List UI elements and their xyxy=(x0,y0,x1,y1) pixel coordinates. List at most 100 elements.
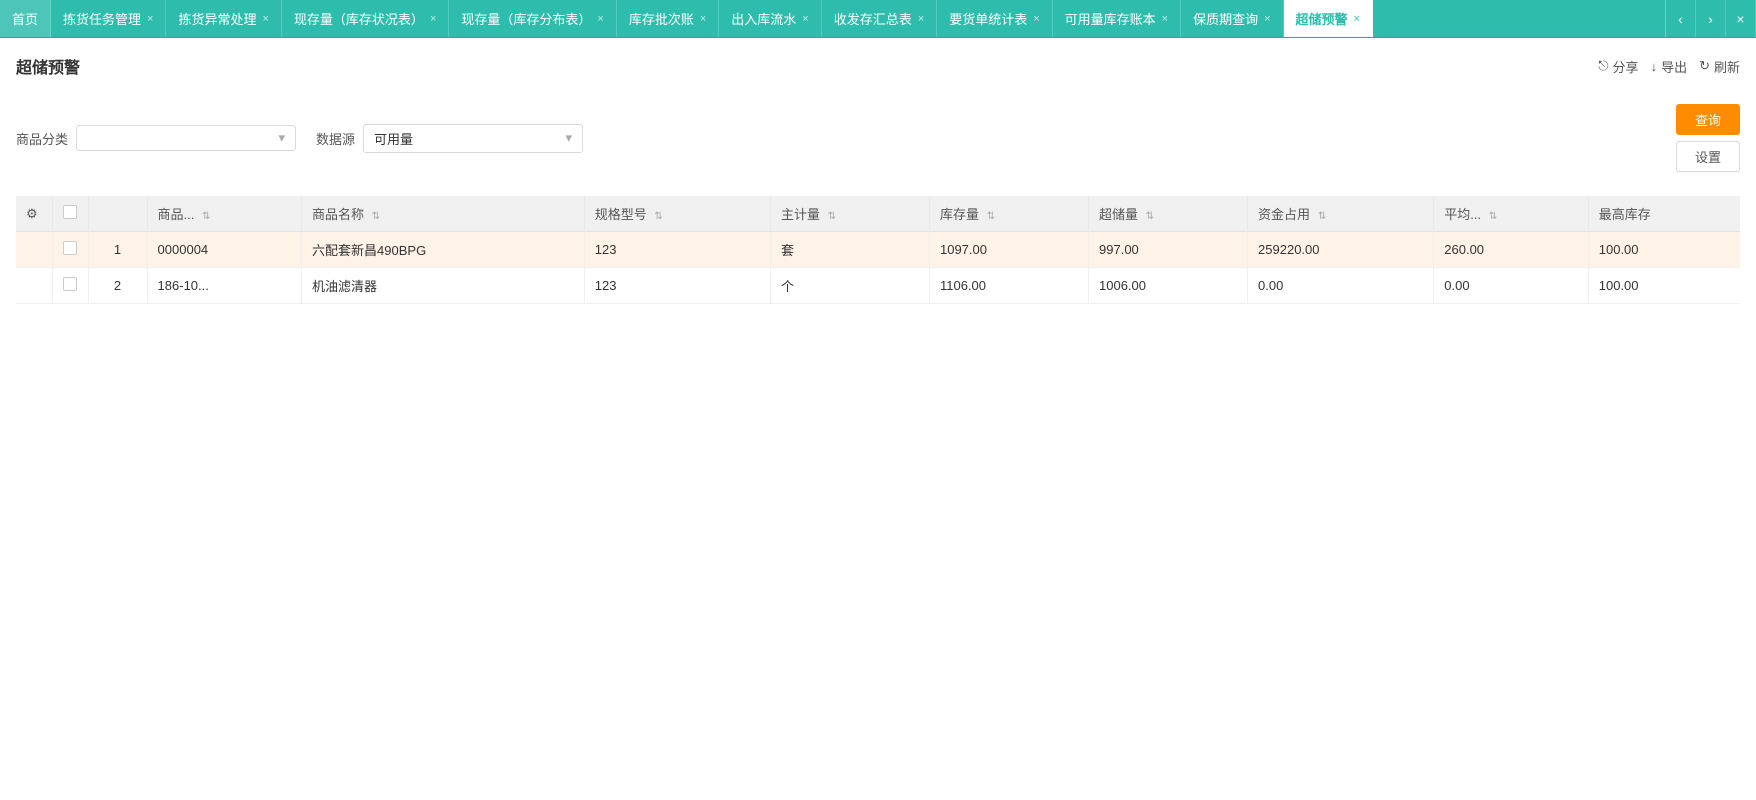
table-header-row: ⚙ 商品... ⇅ 商品名称 ⇅ 规格型号 ⇅ 主计量 xyxy=(16,196,1740,232)
table-row[interactable]: 2 186-10... 机油滤清器 123 个 1106.00 1006.00 … xyxy=(16,268,1740,304)
th-sku-code[interactable]: 商品... ⇅ xyxy=(147,196,301,232)
datasource-select[interactable]: 可用量 ▾ xyxy=(363,124,583,153)
th-capital[interactable]: 资金占用 ⇅ xyxy=(1248,196,1434,232)
close-collect-send[interactable]: × xyxy=(918,13,924,25)
cell-max-stock: 100.00 xyxy=(1588,268,1740,304)
nav-tab-stock-status[interactable]: 现存量（库存状况表） × xyxy=(282,0,449,38)
cell-unit: 个 xyxy=(770,268,929,304)
cell-over-qty: 997.00 xyxy=(1089,232,1248,268)
cell-spec: 123 xyxy=(584,232,770,268)
th-gear[interactable]: ⚙ xyxy=(16,196,52,232)
share-button[interactable]: ⎋ 分享 xyxy=(1598,57,1638,76)
nav-tab-abnormal[interactable]: 拣货异常处理 × xyxy=(166,0,281,38)
close-quality[interactable]: × xyxy=(1264,13,1270,25)
sort-over-qty-icon: ⇅ xyxy=(1146,211,1154,222)
datasource-value: 可用量 xyxy=(374,129,413,148)
nav-tab-batch[interactable]: 库存批次账 × xyxy=(617,0,719,38)
datasource-chevron-icon: ▾ xyxy=(566,130,573,146)
header-checkbox[interactable] xyxy=(63,205,77,219)
close-abnormal[interactable]: × xyxy=(262,13,268,25)
datasource-filter: 数据源 可用量 ▾ xyxy=(316,124,583,153)
sort-sku-code-icon: ⇅ xyxy=(202,211,210,222)
nav-close-arrow[interactable]: × xyxy=(1726,0,1756,38)
th-rownum xyxy=(88,196,147,232)
sort-avg-icon: ⇅ xyxy=(1489,211,1497,222)
close-order-stat[interactable]: × xyxy=(1033,13,1039,25)
page-title: 超储预警 xyxy=(16,54,80,78)
cell-sku-code: 0000004 xyxy=(147,232,301,268)
nav-tab-task-mgmt[interactable]: 拣货任务管理 × xyxy=(51,0,166,38)
refresh-icon: ↻ xyxy=(1699,58,1710,74)
nav-tab-home[interactable]: 首页 xyxy=(0,0,51,38)
sort-capital-icon: ⇅ xyxy=(1318,211,1326,222)
page-header: 超储预警 ⎋ 分享 ↓ 导出 ↻ 刷新 xyxy=(16,54,1740,78)
nav-next-arrow[interactable]: › xyxy=(1696,0,1726,38)
header-actions: ⎋ 分享 ↓ 导出 ↻ 刷新 xyxy=(1598,57,1740,76)
filter-buttons: 查询 设置 xyxy=(1676,104,1740,172)
th-stock-qty[interactable]: 库存量 ⇅ xyxy=(929,196,1088,232)
cell-gear xyxy=(16,268,52,304)
close-stock-status[interactable]: × xyxy=(430,13,436,25)
datasource-label: 数据源 xyxy=(316,129,355,148)
cell-checkbox[interactable] xyxy=(52,232,88,268)
cell-gear xyxy=(16,232,52,268)
cell-sku-name: 机油滤清器 xyxy=(302,268,585,304)
cell-unit: 套 xyxy=(770,232,929,268)
nav-tab-order-stat[interactable]: 要货单统计表 × xyxy=(937,0,1052,38)
close-batch[interactable]: × xyxy=(700,13,706,25)
sort-stock-qty-icon: ⇅ xyxy=(987,211,995,222)
filter-row: 商品分类 ▾ 数据源 可用量 ▾ 查询 设置 xyxy=(16,94,1740,182)
cell-avg: 260.00 xyxy=(1434,232,1588,268)
chevron-down-icon: ▾ xyxy=(278,130,285,146)
nav-tab-available-stock[interactable]: 可用量库存账本 × xyxy=(1053,0,1181,38)
nav-prev-arrow[interactable]: ‹ xyxy=(1666,0,1696,38)
category-select[interactable]: ▾ xyxy=(76,125,296,151)
cell-stock-qty: 1097.00 xyxy=(929,232,1088,268)
cell-sku-code: 186-10... xyxy=(147,268,301,304)
table-row[interactable]: 1 0000004 六配套新昌490BPG 123 套 1097.00 997.… xyxy=(16,232,1740,268)
th-avg[interactable]: 平均... ⇅ xyxy=(1434,196,1588,232)
th-spec[interactable]: 规格型号 ⇅ xyxy=(584,196,770,232)
cell-checkbox[interactable] xyxy=(52,268,88,304)
category-label: 商品分类 xyxy=(16,129,68,148)
cell-avg: 0.00 xyxy=(1434,268,1588,304)
cell-max-stock: 100.00 xyxy=(1588,232,1740,268)
close-task-mgmt[interactable]: × xyxy=(147,13,153,25)
set-button[interactable]: 设置 xyxy=(1676,141,1740,172)
cell-rownum: 2 xyxy=(88,268,147,304)
cell-rownum: 1 xyxy=(88,232,147,268)
th-sku-name[interactable]: 商品名称 ⇅ xyxy=(302,196,585,232)
th-checkbox[interactable] xyxy=(52,196,88,232)
page-content: 超储预警 ⎋ 分享 ↓ 导出 ↻ 刷新 商品分类 ▾ 数据源 xyxy=(0,38,1756,800)
sort-spec-icon: ⇅ xyxy=(654,211,662,222)
cell-capital: 0.00 xyxy=(1248,268,1434,304)
nav-tab-stock-dist[interactable]: 现存量（库存分布表） × xyxy=(449,0,616,38)
nav-arrows: ‹ › × xyxy=(1665,0,1756,38)
row-checkbox[interactable] xyxy=(63,241,77,255)
share-icon: ⎋ xyxy=(1598,58,1608,74)
nav-tab-collect-send[interactable]: 收发存汇总表 × xyxy=(822,0,937,38)
cell-over-qty: 1006.00 xyxy=(1089,268,1248,304)
close-overstock[interactable]: × xyxy=(1354,13,1360,25)
close-stock-dist[interactable]: × xyxy=(597,13,603,25)
refresh-button[interactable]: ↻ 刷新 xyxy=(1699,57,1740,76)
cell-capital: 259220.00 xyxy=(1248,232,1434,268)
top-nav: 首页 拣货任务管理 × 拣货异常处理 × 现存量（库存状况表） × 现存量（库存… xyxy=(0,0,1756,38)
query-button[interactable]: 查询 xyxy=(1676,104,1740,135)
row-checkbox[interactable] xyxy=(63,277,77,291)
cell-stock-qty: 1106.00 xyxy=(929,268,1088,304)
nav-tab-quality[interactable]: 保质期查询 × xyxy=(1181,0,1283,38)
sort-sku-name-icon: ⇅ xyxy=(372,211,380,222)
th-unit[interactable]: 主计量 ⇅ xyxy=(770,196,929,232)
data-table: ⚙ 商品... ⇅ 商品名称 ⇅ 规格型号 ⇅ 主计量 xyxy=(16,196,1740,304)
th-max-stock[interactable]: 最高库存 xyxy=(1588,196,1740,232)
nav-tab-inout-flow[interactable]: 出入库流水 × xyxy=(719,0,821,38)
close-available-stock[interactable]: × xyxy=(1162,13,1168,25)
sort-unit-icon: ⇅ xyxy=(828,211,836,222)
export-button[interactable]: ↓ 导出 xyxy=(1651,57,1688,76)
cell-sku-name: 六配套新昌490BPG xyxy=(302,232,585,268)
close-inout-flow[interactable]: × xyxy=(802,13,808,25)
category-filter: 商品分类 ▾ xyxy=(16,125,296,151)
nav-tab-overstock[interactable]: 超储预警 × xyxy=(1284,0,1373,38)
th-over-qty[interactable]: 超储量 ⇅ xyxy=(1089,196,1248,232)
